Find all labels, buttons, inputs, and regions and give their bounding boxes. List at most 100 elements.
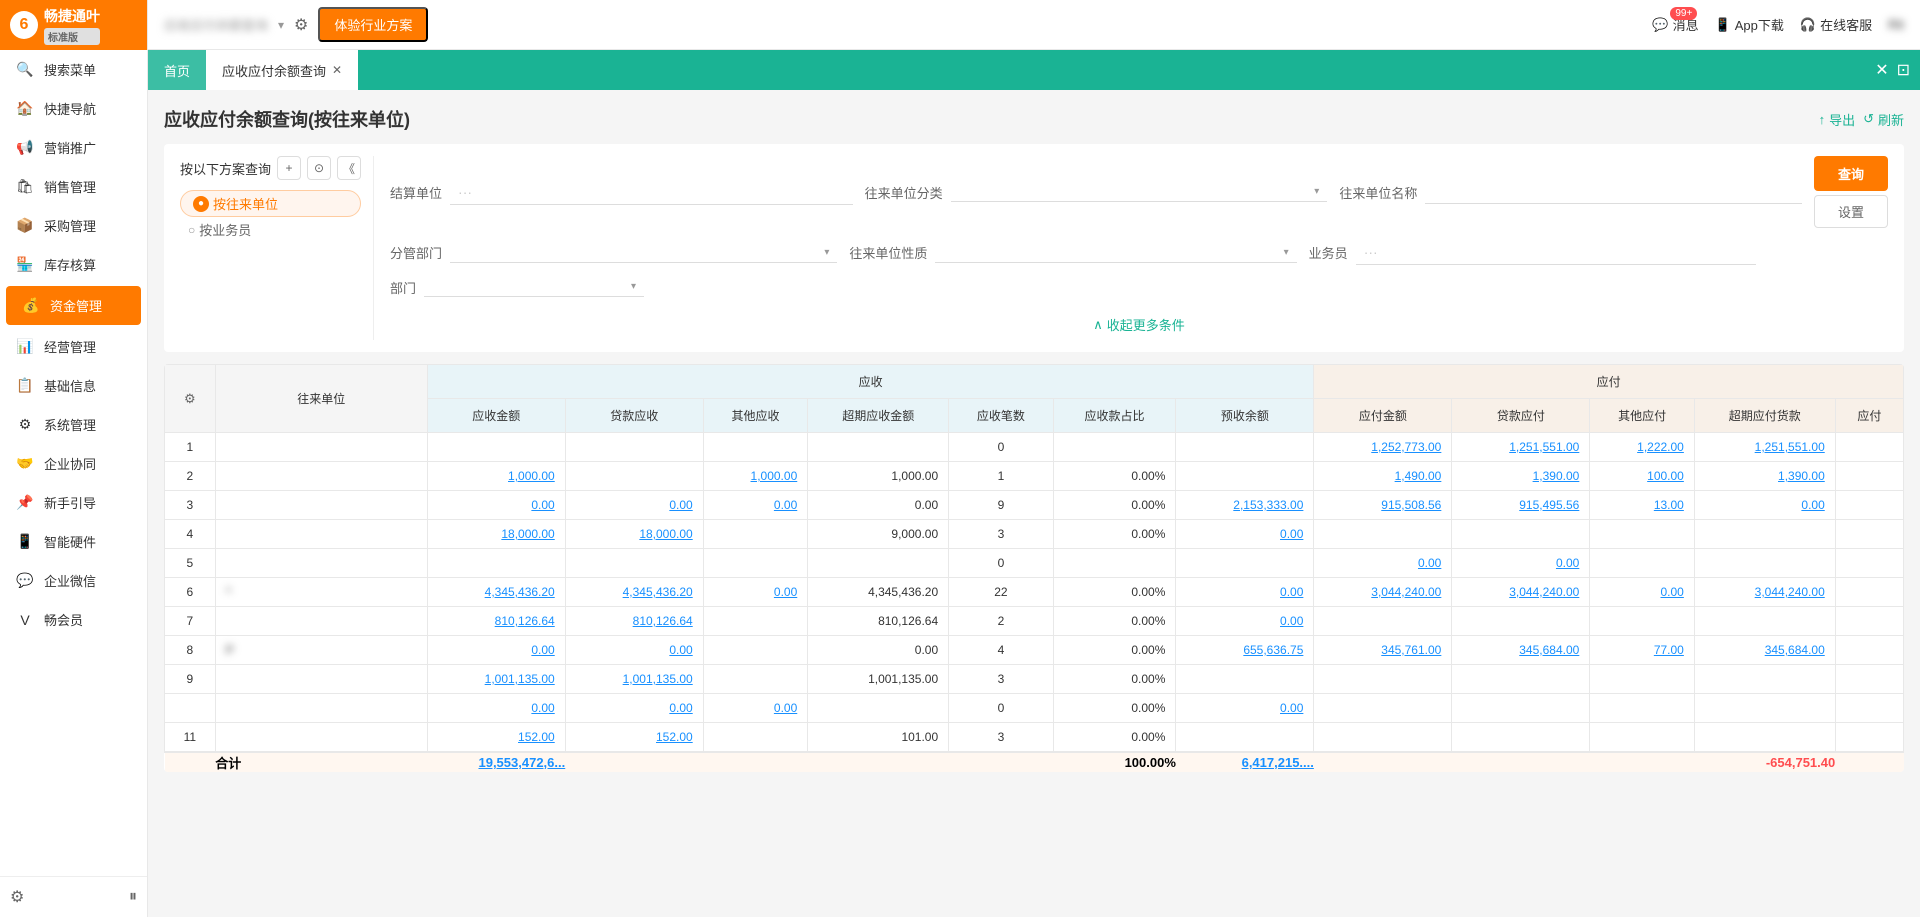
field-input-jsdw[interactable]: ··· [450, 180, 853, 205]
th-ysye: 预收余额 [1176, 399, 1314, 433]
sidebar-item-采购管理[interactable]: 📦 采购管理 [0, 206, 147, 245]
promo-button[interactable]: 体验行业方案 [318, 7, 428, 42]
sidebar-item-销售管理[interactable]: 🛍 销售管理 [0, 167, 147, 206]
field-select-wldfl[interactable]: ▾ [951, 182, 1328, 202]
th-ysbis: 应收笔数 [949, 399, 1054, 433]
footer-ysje[interactable]: 19,553,472,6... [427, 752, 565, 772]
maximize-icon[interactable]: ⊡ [1897, 60, 1910, 80]
message-icon: 💬 [1652, 17, 1668, 33]
query-button[interactable]: 查询 [1814, 156, 1888, 191]
service-button[interactable]: 🎧 在线客服 [1800, 15, 1872, 34]
sidebar-item-智能硬件[interactable]: 📱 智能硬件 [0, 522, 147, 561]
th-group-yingfu: 应付 [1314, 365, 1904, 399]
sidebar-icon: 📦 [16, 217, 34, 235]
sidebar-icon: 🔍 [16, 61, 34, 79]
collapse-icon[interactable]: ⏸ [129, 888, 137, 906]
add-filter-icon[interactable]: + [277, 156, 301, 180]
scheme-by-unit[interactable]: ● 按往来单位 [180, 190, 361, 217]
sidebar-label: 快捷导航 [44, 99, 96, 118]
table-row: 6 ^ 4,345,436.20 4,345,436.20 0.00 4,345… [165, 578, 1904, 607]
sidebar-item-营销推广[interactable]: 📢 营销推广 [0, 128, 147, 167]
export-button[interactable]: ↑ 导出 [1819, 110, 1856, 129]
sidebar-item-基础信息[interactable]: 📋 基础信息 [0, 366, 147, 405]
th-settings: ⚙ [165, 365, 216, 433]
field-select-bm[interactable]: ▾ [424, 277, 644, 297]
settings-filter-icon[interactable]: ⊙ [307, 156, 331, 180]
th-cqyf: 超期应付货款 [1694, 399, 1835, 433]
sidebar-label: 企业协同 [44, 454, 96, 473]
field-label-wldwxz: 往来单位性质 [849, 243, 927, 262]
table-row: 5 0 0.00 0.00 [165, 549, 1904, 578]
tab-close-icon[interactable]: ✕ [332, 63, 342, 77]
collapse-filter-icon[interactable]: 《 [337, 156, 361, 180]
chevron-icon-2: ▾ [824, 247, 829, 258]
tab-home[interactable]: 首页 [148, 50, 206, 90]
refresh-button[interactable]: ↺ 刷新 [1863, 110, 1904, 129]
sidebar-item-经营管理[interactable]: 📊 经营管理 [0, 327, 147, 366]
dots-icon: ··· [458, 184, 472, 200]
topbar-breadcrumb: 应收应付余额查询 [164, 15, 268, 34]
field-label-wldwmc: 往来单位名称 [1339, 183, 1417, 202]
sidebar-item-系统管理[interactable]: ⚙ 系统管理 [0, 405, 147, 444]
chevron-down-icon[interactable]: ▾ [278, 18, 284, 32]
filter-row-1: 结算单位 ··· 往来单位分类 ▾ [390, 156, 1888, 228]
sidebar-icon: 💰 [22, 297, 40, 315]
sidebar-label: 基础信息 [44, 376, 96, 395]
sidebar-item-新手引导[interactable]: 📌 新手引导 [0, 483, 147, 522]
setting-button[interactable]: 设置 [1814, 195, 1888, 228]
data-table-container: ⚙ 往来单位 应收 应付 应收金额 贷款应收 其他应收 超期应收金额 应收笔数 … [164, 364, 1904, 772]
collapse-button[interactable]: ∧ 收起更多条件 [390, 309, 1888, 340]
tabbar: 首页 应收应付余额查询 ✕ ✕ ⊡ [148, 50, 1920, 90]
th-dkys: 贷款应收 [565, 399, 703, 433]
sidebar-label: 智能硬件 [44, 532, 96, 551]
sidebar-item-快捷导航[interactable]: 🏠 快捷导航 [0, 89, 147, 128]
sidebar-icon: 📋 [16, 377, 34, 395]
app-download-button[interactable]: 📱 App下载 [1715, 15, 1784, 34]
th-wldw: 往来单位 [215, 365, 427, 433]
sidebar-item-企业协同[interactable]: 🤝 企业协同 [0, 444, 147, 483]
page-title: 应收应付余额查询(按往来单位) [164, 106, 410, 132]
field-bm: 部门 ▾ [390, 277, 644, 297]
gear-icon[interactable]: ⚙ [294, 15, 308, 35]
field-jsdw: 结算单位 ··· [390, 180, 853, 205]
sidebar-item-搜索菜单[interactable]: 🔍 搜索菜单 [0, 50, 147, 89]
footer-ysye[interactable]: 6,417,215.... [1176, 752, 1314, 772]
sidebar-icon: ⚙ [16, 416, 34, 434]
th-yf: 应付 [1835, 399, 1903, 433]
field-select-fgbm[interactable]: ▾ [450, 243, 837, 263]
sidebar-item-库存核算[interactable]: 🏪 库存核算 [0, 245, 147, 284]
th-cqysje: 超期应收金额 [808, 399, 949, 433]
table-row: 7 810,126.64 810,126.64 810,126.64 2 0.0… [165, 607, 1904, 636]
field-select-wldwxz[interactable]: ▾ [935, 243, 1296, 263]
sidebar-label: 营销推广 [44, 138, 96, 157]
sidebar-label: 经营管理 [44, 337, 96, 356]
scheme-by-salesperson[interactable]: ○ 按业务员 [180, 217, 361, 242]
footer-label: 合计 [215, 752, 427, 772]
scheme-b-icon: ○ [188, 223, 195, 237]
sidebar-icon: 🤝 [16, 455, 34, 473]
sidebar-icon: V [16, 611, 34, 629]
close-window-icon[interactable]: ✕ [1875, 60, 1888, 80]
sidebar-icon: 🏪 [16, 256, 34, 274]
message-button[interactable]: 💬 消息 99+ [1652, 15, 1698, 34]
app-icon: 📱 [1715, 17, 1731, 33]
settings-icon[interactable]: ⚙ [10, 887, 24, 907]
page-header: 应收应付余额查询(按往来单位) ↑ 导出 ↺ 刷新 [164, 106, 1904, 132]
field-input-ywy[interactable]: ··· [1356, 240, 1756, 265]
data-table: ⚙ 往来单位 应收 应付 应收金额 贷款应收 其他应收 超期应收金额 应收笔数 … [164, 364, 1904, 772]
logo-text: 畅捷通叶 标准版 [44, 6, 100, 45]
sidebar-item-资金管理[interactable]: 💰 资金管理 [6, 286, 141, 325]
sidebar-item-畅会员[interactable]: V 畅会员 [0, 600, 147, 639]
input-wldwmc[interactable] [1425, 180, 1802, 204]
footer-cqyf: -654,751.40 [1694, 752, 1835, 772]
table-settings-icon[interactable]: ⚙ [184, 391, 196, 406]
user-menu[interactable]: Rit [1888, 17, 1904, 32]
sidebar-item-企业微信[interactable]: 💬 企业微信 [0, 561, 147, 600]
field-wldfl: 往来单位分类 ▾ [865, 182, 1328, 202]
sidebar-footer: ⚙ ⏸ [0, 876, 147, 917]
filter-row-3: 部门 ▾ [390, 277, 1888, 297]
sidebar-label: 采购管理 [44, 216, 96, 235]
topbar-left: 应收应付余额查询 ▾ ⚙ 体验行业方案 [164, 7, 1652, 42]
field-wldwmc: 往来单位名称 [1339, 180, 1802, 204]
tab-receivable[interactable]: 应收应付余额查询 ✕ [206, 50, 358, 90]
